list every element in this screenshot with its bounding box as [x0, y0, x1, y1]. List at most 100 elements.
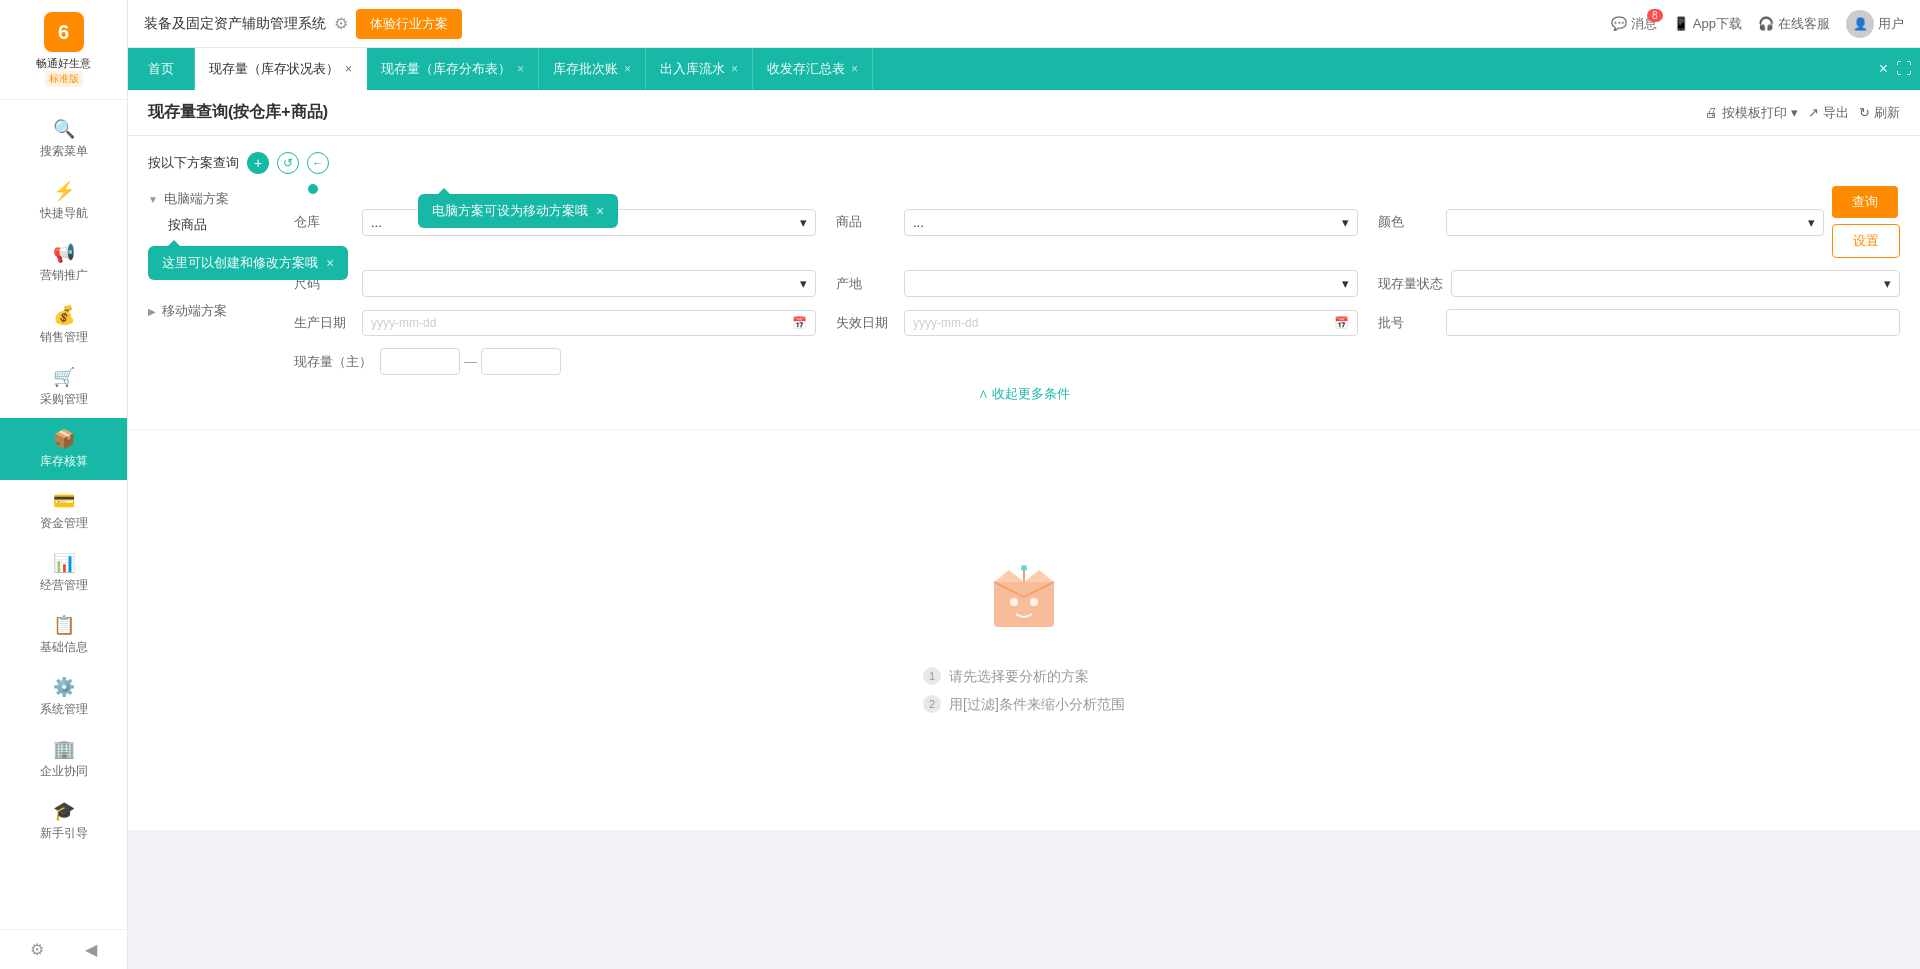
sidebar-item-guide[interactable]: 🎓 新手引导 [0, 790, 127, 852]
tab-receipt-summary[interactable]: 收发存汇总表 × [753, 48, 873, 90]
search-icon: 🔍 [53, 118, 75, 140]
tab-receipt-summary-label: 收发存汇总表 [767, 60, 845, 78]
goods-select[interactable]: ... ▾ [904, 209, 1358, 236]
tab-close-icon[interactable]: × [517, 62, 524, 76]
tooltip-desktop-scheme: 电脑方案可设为移动方案哦 × [418, 194, 618, 228]
print-btn[interactable]: 🖨 按模板打印 ▾ [1705, 104, 1798, 122]
sidebar-item-system[interactable]: ⚙️ 系统管理 [0, 666, 127, 728]
sidebar-item-base-info[interactable]: 📋 基础信息 [0, 604, 127, 666]
page-actions: 🖨 按模板打印 ▾ ↗ 导出 ↻ 刷新 [1705, 104, 1900, 122]
quantity-to-input[interactable] [481, 348, 561, 375]
tab-close-icon[interactable]: × [624, 62, 631, 76]
header-settings-icon[interactable]: ⚙ [334, 14, 348, 33]
sidebar-item-marketing[interactable]: 📢 营销推广 [0, 232, 127, 294]
sidebar-item-quick-nav[interactable]: ⚡ 快捷导航 [0, 170, 127, 232]
scheme-desktop-label: 电脑端方案 [164, 190, 229, 208]
sidebar-item-search[interactable]: 🔍 搜索菜单 [0, 108, 127, 170]
wallet-icon: 💳 [53, 490, 75, 512]
tab-batch-ledger[interactable]: 库存批次账 × [539, 48, 646, 90]
calendar-icon: 📅 [1334, 316, 1349, 330]
goods-select-value: ... [913, 215, 924, 230]
scheme-tree: ▼ 电脑端方案 按商品 这里可以创建和修改方案哦 × ▶ 移动端方案 [148, 186, 278, 324]
filter-area: 按以下方案查询 + ↺ ← 电脑方案可设为移动方案哦 × ▼ 电脑端方案 [128, 136, 1920, 429]
sidebar-item-inventory[interactable]: 📦 库存核算 [0, 418, 127, 480]
origin-select[interactable]: ▾ [904, 270, 1358, 297]
calendar-icon: 📅 [792, 316, 807, 330]
production-date-value: yyyy-mm-dd [371, 316, 436, 330]
header-right: 💬 8 消息 📱 App下载 🎧 在线客服 👤 用户 [1611, 10, 1904, 38]
expiry-date-value: yyyy-mm-dd [913, 316, 978, 330]
scheme-desktop[interactable]: ▼ 电脑端方案 [148, 186, 278, 212]
expiry-date-input[interactable]: yyyy-mm-dd 📅 [904, 310, 1358, 336]
sidebar-item-sales[interactable]: 💰 销售管理 [0, 294, 127, 356]
sidebar-item-label: 库存核算 [40, 453, 88, 470]
tab-home[interactable]: 首页 [128, 48, 195, 90]
batch-input[interactable] [1446, 309, 1900, 336]
notification-btn[interactable]: 💬 8 消息 [1611, 15, 1657, 33]
collapse-sidebar-btn[interactable]: ◀ [85, 940, 97, 959]
color-select[interactable]: ▾ [1446, 209, 1824, 236]
batch-label: 批号 [1378, 314, 1438, 332]
tab-close-icon[interactable]: × [851, 62, 858, 76]
online-support-btn[interactable]: 🎧 在线客服 [1758, 15, 1830, 33]
app-download-btn[interactable]: 📱 App下载 [1673, 15, 1742, 33]
filter-arrow-btn[interactable]: ← [307, 152, 329, 174]
svg-point-1 [1010, 598, 1018, 606]
tab-inventory-status[interactable]: 现存量（库存状况表） × [195, 48, 367, 90]
page-title: 现存量查询(按仓库+商品) [148, 102, 328, 123]
step-1-text: 请先选择要分析的方案 [949, 662, 1089, 690]
size-select[interactable]: ▾ [362, 270, 816, 297]
sidebar-item-finance[interactable]: 💳 资金管理 [0, 480, 127, 542]
sidebar-item-label: 营销推广 [40, 267, 88, 284]
tooltip1-close-btn[interactable]: × [596, 203, 604, 219]
megaphone-icon: 📢 [53, 242, 75, 264]
avatar: 👤 [1846, 10, 1874, 38]
reset-button[interactable]: 设置 [1832, 224, 1900, 258]
search-button[interactable]: 查询 [1832, 186, 1898, 218]
sidebar-item-label: 采购管理 [40, 391, 88, 408]
tab-close-icon[interactable]: × [731, 62, 738, 76]
tab-expand-btn[interactable]: ⛶ [1896, 60, 1912, 78]
main-area: 装备及固定资产辅助管理系统 ⚙ 体验行业方案 💬 8 消息 📱 App下载 🎧 … [128, 0, 1920, 969]
quantity-from-input[interactable] [380, 348, 460, 375]
gear-icon: ⚙️ [53, 676, 75, 698]
sidebar-item-operations[interactable]: 📊 经营管理 [0, 542, 127, 604]
settings-footer-btn[interactable]: ⚙ [30, 940, 44, 959]
svg-point-2 [1030, 598, 1038, 606]
refresh-btn[interactable]: ↻ 刷新 [1859, 104, 1900, 122]
empty-state: 1 请先选择要分析的方案 2 用[过滤]条件来缩小分析范围 [128, 430, 1920, 830]
stock-status-select[interactable]: ▾ [1451, 270, 1900, 297]
collapse-bar[interactable]: ∧ 收起更多条件 [148, 375, 1900, 413]
tab-close-all-btn[interactable]: × [1879, 60, 1888, 78]
export-btn[interactable]: ↗ 导出 [1808, 104, 1849, 122]
trial-button[interactable]: 体验行业方案 [356, 9, 462, 39]
chevron-down-icon: ▾ [1342, 215, 1349, 230]
color-label: 颜色 [1378, 213, 1438, 231]
filter-reset-btn[interactable]: ↺ [277, 152, 299, 174]
filter-add-btn[interactable]: + [247, 152, 269, 174]
refresh-label: 刷新 [1874, 104, 1900, 122]
filter-production-date: 生产日期 yyyy-mm-dd 📅 [294, 309, 816, 336]
tooltip-create-scheme: 这里可以创建和修改方案哦 × [148, 246, 348, 280]
svg-rect-0 [994, 582, 1054, 627]
tab-bar: 首页 现存量（库存状况表） × 现存量（库存分布表） × 库存批次账 × 出入库… [128, 48, 1920, 90]
production-date-input[interactable]: yyyy-mm-dd 📅 [362, 310, 816, 336]
filter-origin: 产地 ▾ [836, 270, 1358, 297]
user-menu[interactable]: 👤 用户 [1846, 10, 1904, 38]
tab-close-icon[interactable]: × [345, 62, 352, 76]
warehouse-select-value: ... [371, 215, 382, 230]
tab-in-out-flow-label: 出入库流水 [660, 60, 725, 78]
scheme-desktop-item[interactable]: 按商品 [148, 212, 278, 238]
filter-expiry-date: 失效日期 yyyy-mm-dd 📅 [836, 309, 1358, 336]
tab-in-out-flow[interactable]: 出入库流水 × [646, 48, 753, 90]
tab-inventory-dist[interactable]: 现存量（库存分布表） × [367, 48, 539, 90]
tooltip2-close-btn[interactable]: × [326, 255, 334, 271]
sidebar-item-purchase[interactable]: 🛒 采购管理 [0, 356, 127, 418]
sidebar-item-enterprise[interactable]: 🏢 企业协同 [0, 728, 127, 790]
filter-action-buttons: 查询 设置 [1832, 186, 1900, 258]
tab-inventory-status-label: 现存量（库存状况表） [209, 60, 339, 78]
empty-step-1: 1 请先选择要分析的方案 [923, 662, 1125, 690]
step-2-num: 2 [923, 695, 941, 713]
chart-icon: 📊 [53, 552, 75, 574]
scheme-mobile[interactable]: ▶ 移动端方案 [148, 298, 278, 324]
